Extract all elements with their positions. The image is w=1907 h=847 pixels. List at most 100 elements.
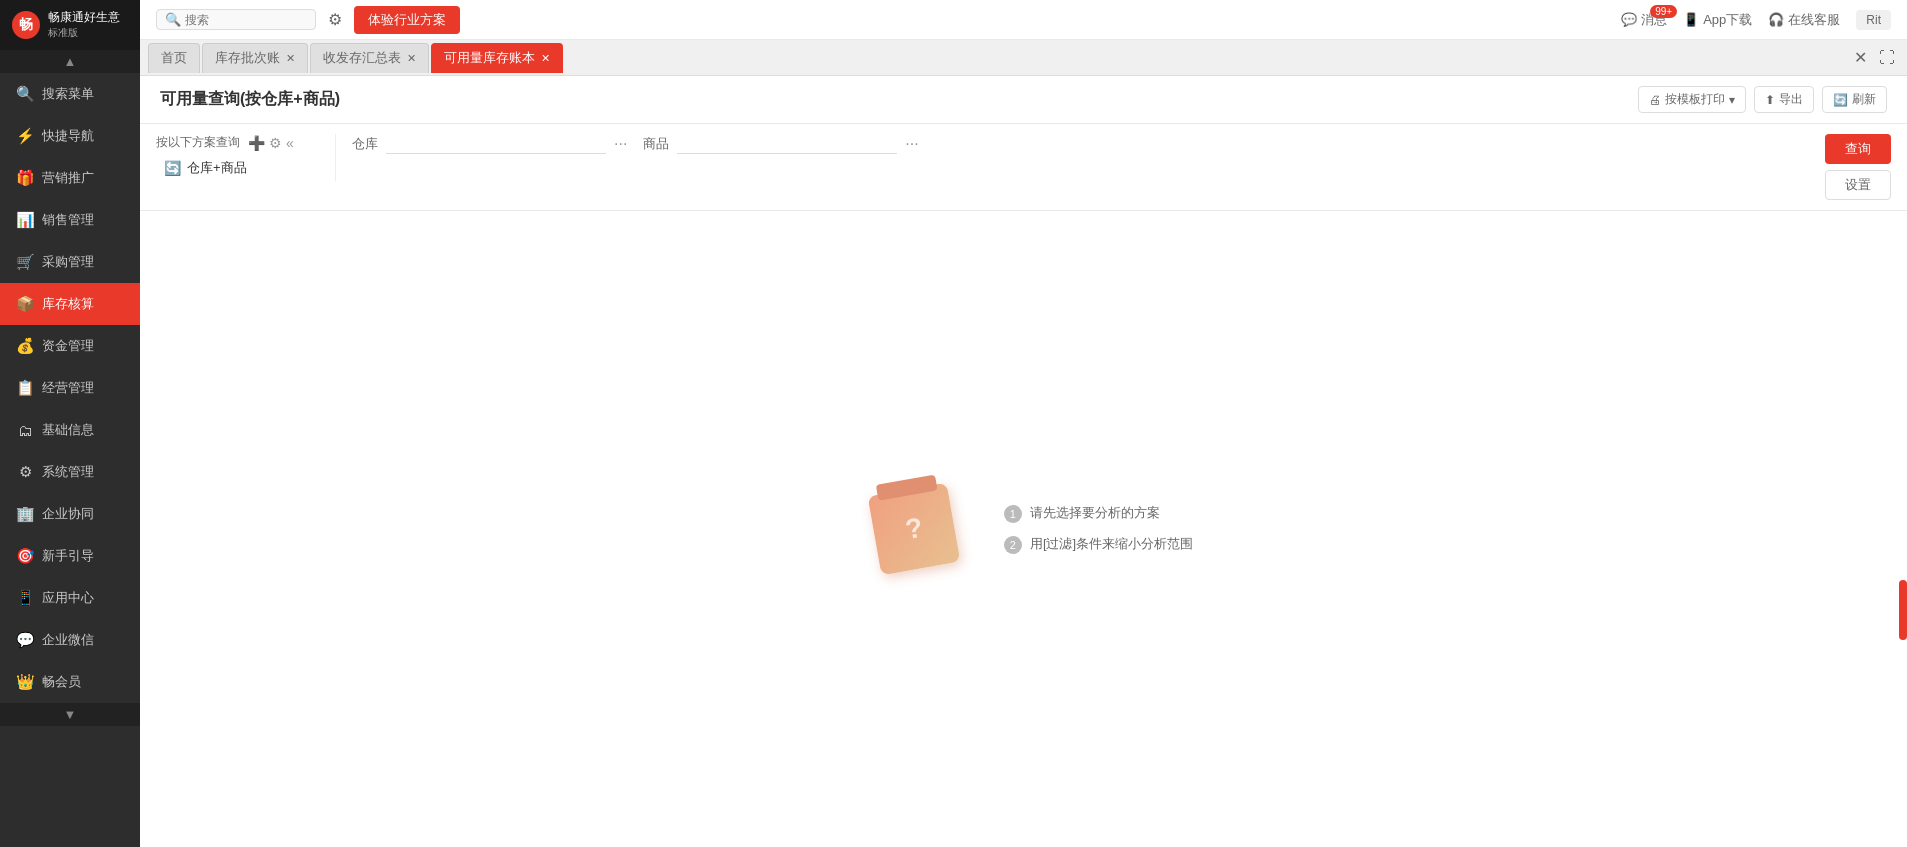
edit-scheme-icon[interactable]: ⚙ (269, 135, 282, 151)
sidebar-item-basic-info[interactable]: 🗂 基础信息 (0, 409, 140, 451)
main-area: 🔍 ⚙ 体验行业方案 💬 消息 99+ 📱 App下载 🎧 在线客服 Rit (140, 0, 1907, 847)
sidebar-scroll-down[interactable]: ▼ (0, 703, 140, 726)
tab-inventory-batch-close[interactable]: ✕ (286, 52, 295, 65)
scheme-item-warehouse-product[interactable]: 🔄 仓库+商品 (156, 155, 319, 181)
product-more-icon[interactable]: ··· (905, 135, 918, 153)
warehouse-more-icon[interactable]: ··· (614, 135, 627, 153)
warehouse-input[interactable] (386, 134, 606, 154)
filter-scheme-panel: 按以下方案查询 ➕ ⚙ « 🔄 仓库+商品 (156, 134, 336, 181)
box-icon: 📦 (16, 295, 34, 313)
sidebar-item-system[interactable]: ⚙ 系统管理 (0, 451, 140, 493)
download-icon: 📱 (1683, 12, 1699, 27)
step-1-badge: 1 (1004, 505, 1022, 523)
sidebar-item-label: 销售管理 (42, 211, 94, 229)
tab-available-qty[interactable]: 可用量库存账本 ✕ (431, 43, 563, 73)
settings-icon[interactable]: ⚙ (328, 10, 342, 29)
export-button[interactable]: ⬆ 导出 (1754, 86, 1814, 113)
sidebar-item-label: 新手引导 (42, 547, 94, 565)
crown-icon: 👑 (16, 673, 34, 691)
user-info[interactable]: Rit (1856, 10, 1891, 30)
empty-hint-2-text: 用[过滤]条件来缩小分析范围 (1030, 535, 1193, 553)
product-input[interactable] (677, 134, 897, 154)
folder-icon: 🗂 (16, 422, 34, 439)
sidebar-item-finance[interactable]: 💰 资金管理 (0, 325, 140, 367)
sidebar-item-label: 系统管理 (42, 463, 94, 481)
sidebar-item-app-center[interactable]: 📱 应用中心 (0, 577, 140, 619)
scheme-action-icons: ➕ ⚙ « (248, 135, 294, 151)
tab-receipt-summary[interactable]: 收发存汇总表 ✕ (310, 43, 429, 73)
chevron-down-icon: ▾ (1729, 93, 1735, 107)
sidebar-item-member[interactable]: 👑 畅会员 (0, 661, 140, 703)
building-icon: 🏢 (16, 505, 34, 523)
empty-hint-1: 1 请先选择要分析的方案 (1004, 504, 1193, 523)
gift-icon: 🎁 (16, 169, 34, 187)
scheme-item-label: 仓库+商品 (187, 159, 247, 177)
search-icon: 🔍 (16, 85, 34, 103)
page-header: 可用量查询(按仓库+商品) 🖨 按模板打印 ▾ ⬆ 导出 🔄 刷新 (140, 76, 1907, 124)
tab-receipt-summary-close[interactable]: ✕ (407, 52, 416, 65)
scheme-icon: 🔄 (164, 160, 181, 176)
expand-tab-icon[interactable]: ⛶ (1875, 47, 1899, 69)
settings-button[interactable]: 设置 (1825, 170, 1891, 200)
empty-hint-1-text: 请先选择要分析的方案 (1030, 504, 1160, 522)
tab-home[interactable]: 首页 (148, 43, 200, 73)
message-button[interactable]: 💬 消息 99+ (1621, 11, 1667, 29)
app-download-label: App下载 (1703, 11, 1752, 29)
sidebar-item-newbie[interactable]: 🎯 新手引导 (0, 535, 140, 577)
export-label: 导出 (1779, 91, 1803, 108)
query-button[interactable]: 查询 (1825, 134, 1891, 164)
right-scroll-indicator (1899, 580, 1907, 640)
money-icon: 💰 (16, 337, 34, 355)
refresh-button[interactable]: 🔄 刷新 (1822, 86, 1887, 113)
sidebar-item-label: 快捷导航 (42, 127, 94, 145)
sidebar-item-label: 基础信息 (42, 421, 94, 439)
tab-available-qty-close[interactable]: ✕ (541, 52, 550, 65)
sidebar-item-inventory[interactable]: 📦 库存核算 (0, 283, 140, 325)
app-download-button[interactable]: 📱 App下载 (1683, 11, 1752, 29)
product-label: 商品 (643, 135, 669, 153)
template-print-button[interactable]: 🖨 按模板打印 ▾ (1638, 86, 1746, 113)
sidebar-item-shortcut[interactable]: ⚡ 快捷导航 (0, 115, 140, 157)
sidebar-item-purchase[interactable]: 🛒 采购管理 (0, 241, 140, 283)
topbar-right: 💬 消息 99+ 📱 App下载 🎧 在线客服 Rit (1621, 10, 1891, 30)
sidebar-item-sales[interactable]: 📊 销售管理 (0, 199, 140, 241)
trial-button[interactable]: 体验行业方案 (354, 6, 460, 34)
empty-illustration (854, 469, 974, 589)
close-tab-icon[interactable]: ✕ (1850, 46, 1871, 69)
filter-fields-panel: 仓库 ··· 商品 ··· (352, 134, 1809, 154)
filter-field-warehouse: 仓库 ··· (352, 134, 627, 154)
search-input[interactable] (185, 13, 295, 27)
app-logo-icon: 畅 (12, 11, 40, 39)
sidebar-item-label: 采购管理 (42, 253, 94, 271)
tab-receipt-summary-label: 收发存汇总表 (323, 49, 401, 67)
tabs-bar: 首页 库存批次账 ✕ 收发存汇总表 ✕ 可用量库存账本 ✕ ✕ ⛶ (140, 40, 1907, 76)
refresh-label: 刷新 (1852, 91, 1876, 108)
sidebar-item-operation[interactable]: 📋 经营管理 (0, 367, 140, 409)
online-service-label: 在线客服 (1788, 11, 1840, 29)
online-service-button[interactable]: 🎧 在线客服 (1768, 11, 1840, 29)
sidebar-item-marketing[interactable]: 🎁 营销推广 (0, 157, 140, 199)
sidebar-item-wechat[interactable]: 💬 企业微信 (0, 619, 140, 661)
sidebar-item-enterprise[interactable]: 🏢 企业协同 (0, 493, 140, 535)
message-icon: 💬 (1621, 12, 1637, 27)
sidebar-item-label: 库存核算 (42, 295, 94, 313)
tab-inventory-batch[interactable]: 库存批次账 ✕ (202, 43, 308, 73)
step-2-badge: 2 (1004, 536, 1022, 554)
tab-inventory-batch-label: 库存批次账 (215, 49, 280, 67)
search-icon: 🔍 (165, 12, 181, 27)
empty-hint-2: 2 用[过滤]条件来缩小分析范围 (1004, 535, 1193, 554)
app-badge: 标准版 (48, 26, 120, 40)
gear-icon: ⚙ (16, 463, 34, 481)
filter-row-1: 仓库 ··· 商品 ··· (352, 134, 1809, 154)
empty-text: 1 请先选择要分析的方案 2 用[过滤]条件来缩小分析范围 (1004, 504, 1193, 554)
filter-scheme-label: 按以下方案查询 (156, 134, 240, 151)
add-scheme-icon[interactable]: ➕ (248, 135, 265, 151)
page-title: 可用量查询(按仓库+商品) (160, 89, 340, 110)
warehouse-label: 仓库 (352, 135, 378, 153)
sidebar-scroll-up[interactable]: ▲ (0, 50, 140, 73)
sidebar-item-search[interactable]: 🔍 搜索菜单 (0, 73, 140, 115)
message-count-badge: 99+ (1650, 5, 1677, 18)
collapse-scheme-icon[interactable]: « (286, 135, 294, 151)
sidebar-item-label: 应用中心 (42, 589, 94, 607)
sidebar-item-label: 经营管理 (42, 379, 94, 397)
